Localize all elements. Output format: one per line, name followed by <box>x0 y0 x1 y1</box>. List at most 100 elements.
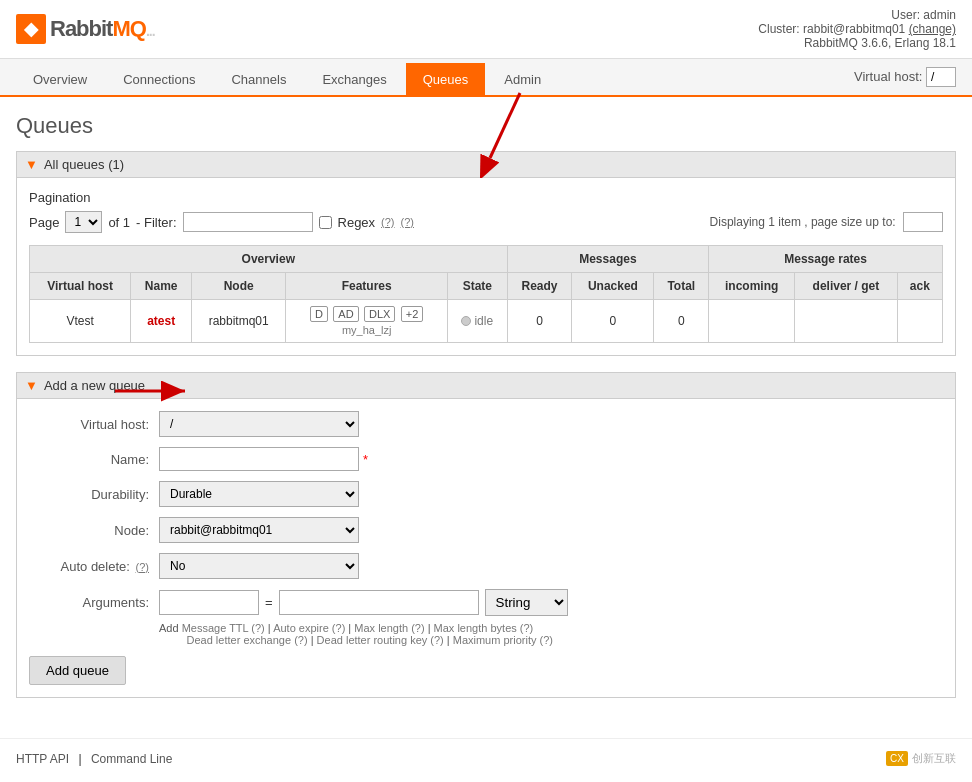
form-row-node: Node: rabbit@rabbitmq01 <box>29 517 943 543</box>
virtual-host-nav: Virtual host: <box>854 59 956 95</box>
main-content: Queues ▼ All queues (1) Pagination Page … <box>0 97 972 730</box>
pagination-row: Page 1 of 1 - Filter: Regex (?) (?) Disp… <box>29 211 943 233</box>
footer: HTTP API | Command Line CX 创新互联 <box>0 738 972 778</box>
auto-delete-text: Auto delete: <box>61 559 130 574</box>
arguments-label: Arguments: <box>29 595 149 610</box>
regex-hint2[interactable]: (?) <box>401 216 414 228</box>
th-ready: Ready <box>507 273 572 300</box>
link-dead-letter-exchange[interactable]: Dead letter exchange (?) <box>187 634 308 646</box>
page-size-input[interactable] <box>903 212 943 232</box>
page-select[interactable]: 1 <box>65 211 102 233</box>
logo: ◆ RabbitMQ... <box>16 14 155 44</box>
tab-exchanges[interactable]: Exchanges <box>305 63 403 95</box>
queues-table-container: Overview Messages Message rates Virtual … <box>29 245 943 343</box>
cell-node: rabbitmq01 <box>192 300 286 343</box>
footer-separator: | <box>78 752 81 766</box>
queue-name-link[interactable]: atest <box>147 314 175 328</box>
displaying-label: Displaying 1 item , page size up to: <box>710 212 943 232</box>
rabbit-icon: ◆ <box>16 14 46 44</box>
auto-delete-label: Auto delete: (?) <box>29 559 149 574</box>
link-maximum-priority[interactable]: Maximum priority (?) <box>453 634 553 646</box>
auto-delete-select[interactable]: No Yes <box>159 553 359 579</box>
tab-overview[interactable]: Overview <box>16 63 104 95</box>
pagination-label: Pagination <box>29 190 943 205</box>
link-dead-letter-routing-key[interactable]: Dead letter routing key (?) <box>317 634 444 646</box>
page-title: Queues <box>16 113 956 139</box>
th-total: Total <box>654 273 709 300</box>
th-virtual-host: Virtual host <box>30 273 131 300</box>
all-queues-header[interactable]: ▼ All queues (1) <box>16 151 956 178</box>
form-row-virtual-host: Virtual host: / <box>29 411 943 437</box>
header-info: User: admin Cluster: rabbit@rabbitmq01 (… <box>758 8 956 50</box>
nav: Overview Connections Channels Exchanges … <box>0 59 972 97</box>
cell-virtual-host: Vtest <box>30 300 131 343</box>
name-form-label: Name: <box>29 452 149 467</box>
feature-d: D <box>310 306 328 322</box>
of-label: of 1 <box>108 215 130 230</box>
regex-checkbox[interactable] <box>319 216 332 229</box>
feature-ad: AD <box>333 306 358 322</box>
version-label: RabbitMQ 3.6.6, Erlang 18.1 <box>804 36 956 50</box>
idle-dot <box>461 316 471 326</box>
link-message-ttl[interactable]: Message TTL (?) <box>182 622 265 634</box>
cell-ready: 0 <box>507 300 572 343</box>
virtual-host-input[interactable] <box>926 67 956 87</box>
link-max-length[interactable]: Max length (?) <box>354 622 424 634</box>
filter-label: - Filter: <box>136 215 176 230</box>
th-node: Node <box>192 273 286 300</box>
table-row: Vtest atest rabbitmq01 D AD DLX +2 <box>30 300 943 343</box>
tab-admin[interactable]: Admin <box>487 63 558 95</box>
node-select[interactable]: rabbit@rabbitmq01 <box>159 517 359 543</box>
name-input[interactable] <box>159 447 359 471</box>
virtual-host-label: Virtual host: <box>854 69 922 84</box>
virtual-host-form-label: Virtual host: <box>29 417 149 432</box>
cell-unacked: 0 <box>572 300 654 343</box>
logo-text: RabbitMQ... <box>50 16 155 42</box>
tab-channels[interactable]: Channels <box>214 63 303 95</box>
node-label: Node: <box>29 523 149 538</box>
feature-plus2[interactable]: +2 <box>401 306 424 322</box>
add-collapse-arrow: ▼ <box>25 378 38 393</box>
command-line-link[interactable]: Command Line <box>91 752 172 766</box>
add-queue-section: ▼ Add a new queue Virtual host: / Name: … <box>16 372 956 698</box>
add-queue-button-row: Add queue <box>29 656 943 685</box>
brand-icon: CX <box>886 751 908 766</box>
regex-hint1[interactable]: (?) <box>381 216 394 228</box>
change-link[interactable]: (change) <box>909 22 956 36</box>
cell-incoming <box>709 300 795 343</box>
auto-delete-hint[interactable]: (?) <box>136 561 149 573</box>
arguments-type-select[interactable]: String Number Boolean List <box>485 589 568 616</box>
feature-sub: my_ha_lzj <box>342 324 392 336</box>
footer-links: HTTP API | Command Line <box>16 752 172 766</box>
add-queue-button[interactable]: Add queue <box>29 656 126 685</box>
add-queue-header[interactable]: ▼ Add a new queue <box>16 372 956 399</box>
filter-input[interactable] <box>183 212 313 232</box>
all-queues-label: All queues (1) <box>44 157 124 172</box>
cell-deliver-get <box>795 300 897 343</box>
form-row-auto-delete: Auto delete: (?) No Yes <box>29 553 943 579</box>
message-rates-header: Message rates <box>709 246 943 273</box>
version-info: RabbitMQ 3.6.6, Erlang 18.1 <box>758 36 956 50</box>
state-badge: idle <box>461 314 493 328</box>
brand-text: 创新互联 <box>912 751 956 766</box>
form-row-name: Name: * <box>29 447 943 471</box>
durability-select[interactable]: Durable Transient <box>159 481 359 507</box>
link-max-length-bytes[interactable]: Max length bytes (?) <box>434 622 534 634</box>
user-info: User: admin <box>758 8 956 22</box>
header: ◆ RabbitMQ... User: admin Cluster: rabbi… <box>0 0 972 59</box>
cell-name: atest <box>131 300 192 343</box>
tab-connections[interactable]: Connections <box>106 63 212 95</box>
th-incoming: incoming <box>709 273 795 300</box>
virtual-host-select[interactable]: / <box>159 411 359 437</box>
arguments-key-input[interactable] <box>159 590 259 615</box>
arguments-value-input[interactable] <box>279 590 479 615</box>
tab-queues[interactable]: Queues <box>406 63 486 95</box>
page-label: Page <box>29 215 59 230</box>
idle-text: idle <box>474 314 493 328</box>
add-label: Add <box>159 622 182 634</box>
cell-total: 0 <box>654 300 709 343</box>
th-deliver-get: deliver / get <box>795 273 897 300</box>
messages-header: Messages <box>507 246 709 273</box>
http-api-link[interactable]: HTTP API <box>16 752 69 766</box>
link-auto-expire[interactable]: Auto expire (?) <box>273 622 345 634</box>
